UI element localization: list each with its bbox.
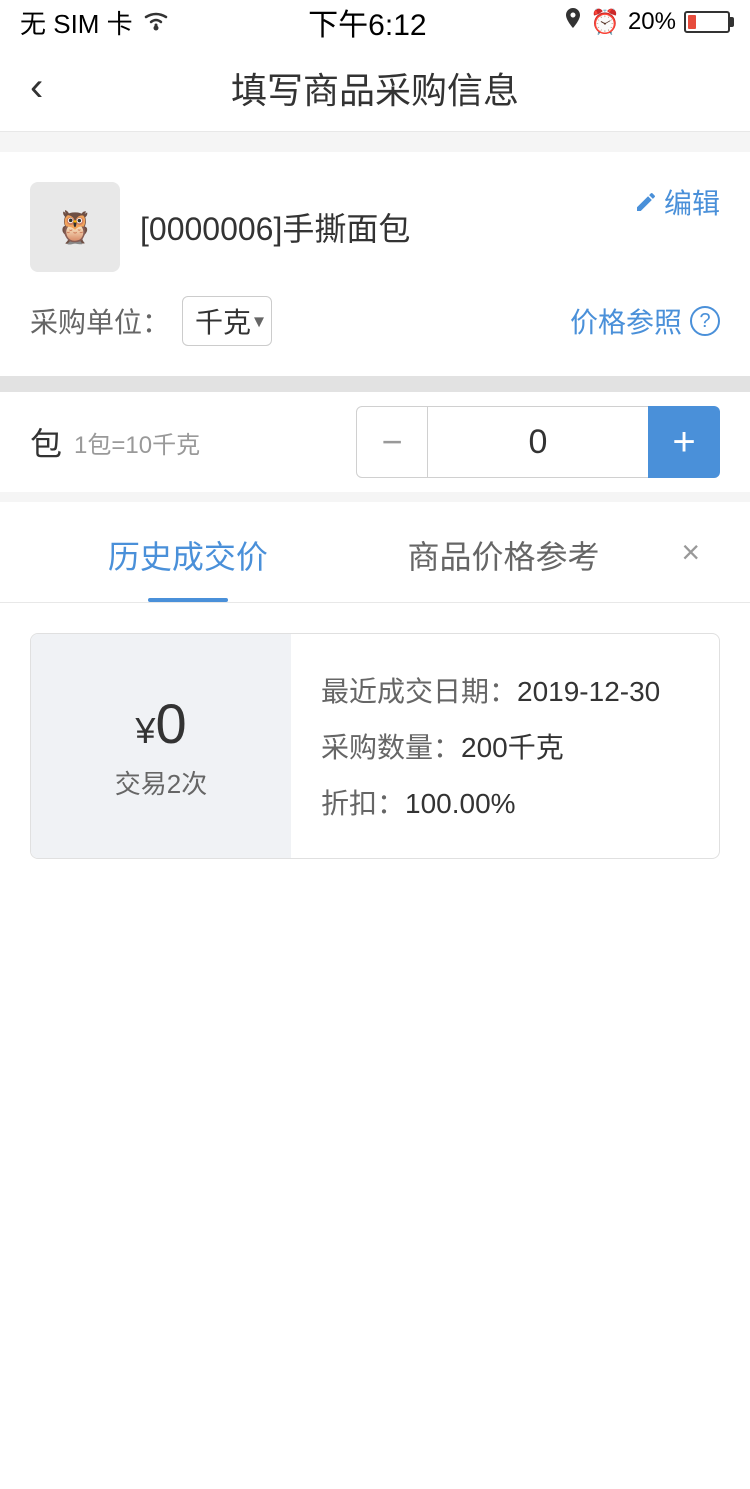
location-icon	[564, 8, 582, 37]
edit-button[interactable]: 编辑	[634, 182, 720, 222]
tab-price-reference[interactable]: 商品价格参考	[346, 502, 662, 602]
edit-label: 编辑	[664, 182, 720, 222]
price-value: 0	[155, 692, 186, 755]
help-icon: ?	[690, 306, 720, 336]
tab-history-price[interactable]: 历史成交价	[30, 502, 346, 602]
back-button[interactable]: ‹	[30, 55, 53, 120]
price-reference-button[interactable]: 价格参照 ?	[570, 301, 720, 341]
history-content: ¥0 交易2次 最近成交日期：2019-12-30 采购数量：200千克 折扣：…	[0, 603, 750, 889]
quantity-row: 包 1包=10千克 − +	[0, 392, 750, 492]
history-card: ¥0 交易2次 最近成交日期：2019-12-30 采购数量：200千克 折扣：…	[30, 633, 720, 859]
purchase-qty-row: 采购数量：200千克	[321, 726, 689, 766]
unit-select-wrapper[interactable]: 千克	[182, 296, 272, 346]
quantity-input[interactable]	[428, 406, 648, 478]
alarm-icon: ⏰	[590, 8, 620, 37]
nav-bar: ‹ 填写商品采购信息	[0, 44, 750, 132]
discount-label: 折扣：	[321, 788, 405, 819]
product-header: 🦉 [0000006]手撕面包 编辑	[30, 182, 720, 272]
page-title: 填写商品采购信息	[231, 62, 519, 114]
history-price-section: ¥0 交易2次	[31, 634, 291, 858]
battery-fill	[688, 15, 696, 29]
section-divider	[0, 376, 750, 392]
quantity-unit: 包	[30, 419, 62, 465]
quantity-input-group: − +	[356, 406, 720, 478]
quantity-label: 包 1包=10千克	[30, 419, 200, 465]
status-right: ⏰ 20%	[564, 8, 730, 37]
quantity-minus-button[interactable]: −	[356, 406, 428, 478]
recent-date-row: 最近成交日期：2019-12-30	[321, 670, 689, 710]
tab-header: 历史成交价 商品价格参考 ×	[0, 502, 750, 603]
tab-panel: 历史成交价 商品价格参考 × ¥0 交易2次 最近成交日期：2019-12-30…	[0, 502, 750, 889]
discount-value: 100.00%	[405, 788, 516, 819]
product-unit-row: 采购单位： 千克 价格参照 ?	[30, 296, 720, 346]
discount-row: 折扣：100.00%	[321, 782, 689, 822]
product-logo: 🦉	[55, 208, 95, 246]
unit-left: 采购单位： 千克	[30, 296, 272, 346]
battery-percent: 20%	[628, 8, 676, 36]
price-ref-label: 价格参照	[570, 301, 682, 341]
product-left: 🦉 [0000006]手撕面包	[30, 182, 410, 272]
tab-close-button[interactable]: ×	[661, 514, 720, 591]
history-details-section: 最近成交日期：2019-12-30 采购数量：200千克 折扣：100.00%	[291, 634, 719, 858]
sim-label: 无 SIM 卡	[20, 4, 133, 41]
purchase-qty-label: 采购数量：	[321, 732, 461, 763]
purchase-qty-value: 200千克	[461, 732, 564, 763]
unit-select[interactable]: 千克	[182, 296, 272, 346]
tab-reference-label: 商品价格参考	[407, 539, 599, 575]
product-thumbnail: 🦉	[30, 182, 120, 272]
trade-count: 交易2次	[115, 764, 207, 801]
product-card: 🦉 [0000006]手撕面包 编辑 采购单位： 千克 价格参照 ?	[0, 152, 750, 376]
unit-label: 采购单位：	[30, 301, 170, 341]
product-full-name: [0000006]手撕面包	[140, 204, 410, 250]
recent-date-label: 最近成交日期：	[321, 676, 517, 707]
recent-date-value: 2019-12-30	[517, 676, 660, 707]
status-left: 无 SIM 卡	[20, 4, 171, 41]
status-bar: 无 SIM 卡 下午6:12 ⏰ 20%	[0, 0, 750, 44]
quantity-plus-button[interactable]: +	[648, 406, 720, 478]
wifi-icon	[141, 7, 171, 38]
page-background	[0, 889, 750, 1489]
tab-history-label: 历史成交价	[108, 539, 268, 575]
quantity-conversion: 1包=10千克	[74, 425, 200, 460]
history-price-display: ¥0	[135, 691, 186, 756]
battery-icon	[684, 11, 730, 33]
status-time: 下午6:12	[308, 0, 426, 44]
currency-symbol: ¥	[135, 710, 155, 751]
